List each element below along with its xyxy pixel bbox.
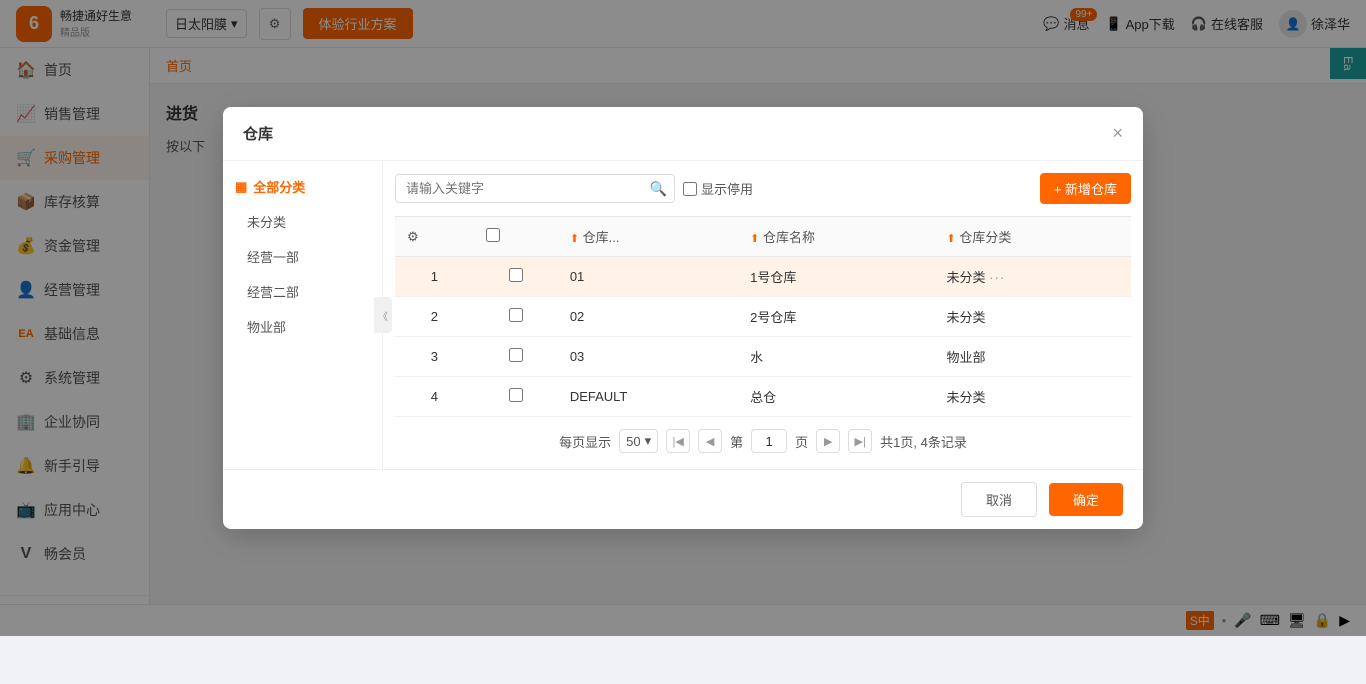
col-category: ⬆ 仓库分类 (935, 217, 1131, 257)
add-warehouse-button[interactable]: + 新增仓库 (1040, 173, 1131, 204)
table-row[interactable]: 3 03 水 物业部 (395, 337, 1131, 377)
last-page-button[interactable]: ▶| (848, 429, 872, 453)
row-index: 2 (395, 297, 474, 337)
row-checkbox[interactable] (509, 268, 523, 282)
category-panel: ▦ 全部分类 未分类 经营一部 经营二部 物业部 《 (223, 161, 383, 469)
modal-title: 仓库 (243, 123, 273, 144)
table-row[interactable]: 2 02 2号仓库 未分类 (395, 297, 1131, 337)
row-category: 未分类 (935, 377, 1131, 417)
pagination: 每页显示 50 ▾ |◀ ◀ 第 页 ▶ ▶| 共1页, 4条记录 (395, 417, 1131, 457)
row-index: 3 (395, 337, 474, 377)
col-code: ⬆ 仓库... (558, 217, 738, 257)
col-checkbox (474, 217, 558, 257)
per-page-value: 50 (626, 434, 640, 449)
grid-icon: ▦ (235, 179, 247, 195)
search-icon[interactable]: 🔍 (650, 180, 667, 197)
page-number-input[interactable] (751, 429, 787, 453)
table-toolbar: 🔍 显示停用 + 新增仓库 (395, 173, 1131, 204)
row-checkbox-cell (474, 297, 558, 337)
row-name: 水 (738, 337, 934, 377)
row-code: 01 (558, 257, 738, 297)
collapse-panel-button[interactable]: 《 (374, 297, 392, 333)
row-name: 2号仓库 (738, 297, 934, 337)
modal-body: ▦ 全部分类 未分类 经营一部 经营二部 物业部 《 (223, 161, 1143, 469)
show-disabled-label: 显示停用 (701, 179, 753, 198)
table-row[interactable]: 4 DEFAULT 总仓 未分类 (395, 377, 1131, 417)
page-label: 第 (730, 432, 743, 451)
cancel-button[interactable]: 取消 (961, 482, 1037, 517)
warehouse-table: ⚙ ⬆ 仓库... ⬆ 仓库名称 ⬆ (395, 216, 1131, 417)
row-name: 1号仓库 (738, 257, 934, 297)
search-input-wrap: 🔍 (395, 174, 675, 203)
modal-overlay: 仓库 × ▦ 全部分类 未分类 经营一部 经营二部 (0, 0, 1366, 636)
sort-icon: ⬆ (570, 233, 579, 245)
category-item-operations2[interactable]: 经营二部 (223, 274, 382, 309)
row-checkbox-cell (474, 377, 558, 417)
modal-header: 仓库 × (223, 107, 1143, 161)
select-all-checkbox[interactable] (486, 228, 500, 242)
row-dots[interactable]: ··· (989, 270, 1005, 285)
next-page-button[interactable]: ▶ (816, 429, 840, 453)
row-code: 02 (558, 297, 738, 337)
modal-footer: 取消 确定 (223, 469, 1143, 529)
row-category: 未分类 (935, 297, 1131, 337)
search-input[interactable] (395, 174, 675, 203)
all-categories-button[interactable]: ▦ 全部分类 (223, 169, 382, 204)
col-gear: ⚙ (395, 217, 474, 257)
per-page-select[interactable]: 50 ▾ (619, 429, 658, 453)
warehouse-modal: 仓库 × ▦ 全部分类 未分类 经营一部 经营二部 (223, 107, 1143, 529)
show-disabled-checkbox[interactable]: 显示停用 (683, 179, 753, 198)
per-page-dropdown-icon: ▾ (645, 433, 652, 449)
show-disabled-input[interactable] (683, 182, 697, 196)
sort-icon-name: ⬆ (750, 233, 759, 245)
category-item-operations1[interactable]: 经营一部 (223, 239, 382, 274)
row-checkbox-cell (474, 337, 558, 377)
row-category: 物业部 (935, 337, 1131, 377)
row-code: DEFAULT (558, 377, 738, 417)
col-name: ⬆ 仓库名称 (738, 217, 934, 257)
prev-page-button[interactable]: ◀ (698, 429, 722, 453)
category-item-property[interactable]: 物业部 (223, 309, 382, 344)
row-index: 4 (395, 377, 474, 417)
row-checkbox[interactable] (509, 308, 523, 322)
row-checkbox-cell (474, 257, 558, 297)
first-page-button[interactable]: |◀ (666, 429, 690, 453)
row-code: 03 (558, 337, 738, 377)
confirm-button[interactable]: 确定 (1049, 483, 1123, 516)
row-checkbox[interactable] (509, 388, 523, 402)
table-row[interactable]: 1 01 1号仓库 未分类 ··· (395, 257, 1131, 297)
page-unit: 页 (795, 432, 808, 451)
modal-close-button[interactable]: × (1112, 123, 1123, 144)
sort-icon-cat: ⬆ (947, 233, 956, 245)
all-categories-label: 全部分类 (253, 177, 305, 196)
table-panel: 🔍 显示停用 + 新增仓库 ⚙ ⬆ (383, 161, 1143, 469)
category-item-unclassified[interactable]: 未分类 (223, 204, 382, 239)
row-category: 未分类 ··· (935, 257, 1131, 297)
per-page-label: 每页显示 (559, 432, 611, 451)
total-info: 共1页, 4条记录 (880, 432, 967, 451)
row-name: 总仓 (738, 377, 934, 417)
row-index: 1 (395, 257, 474, 297)
row-checkbox[interactable] (509, 348, 523, 362)
